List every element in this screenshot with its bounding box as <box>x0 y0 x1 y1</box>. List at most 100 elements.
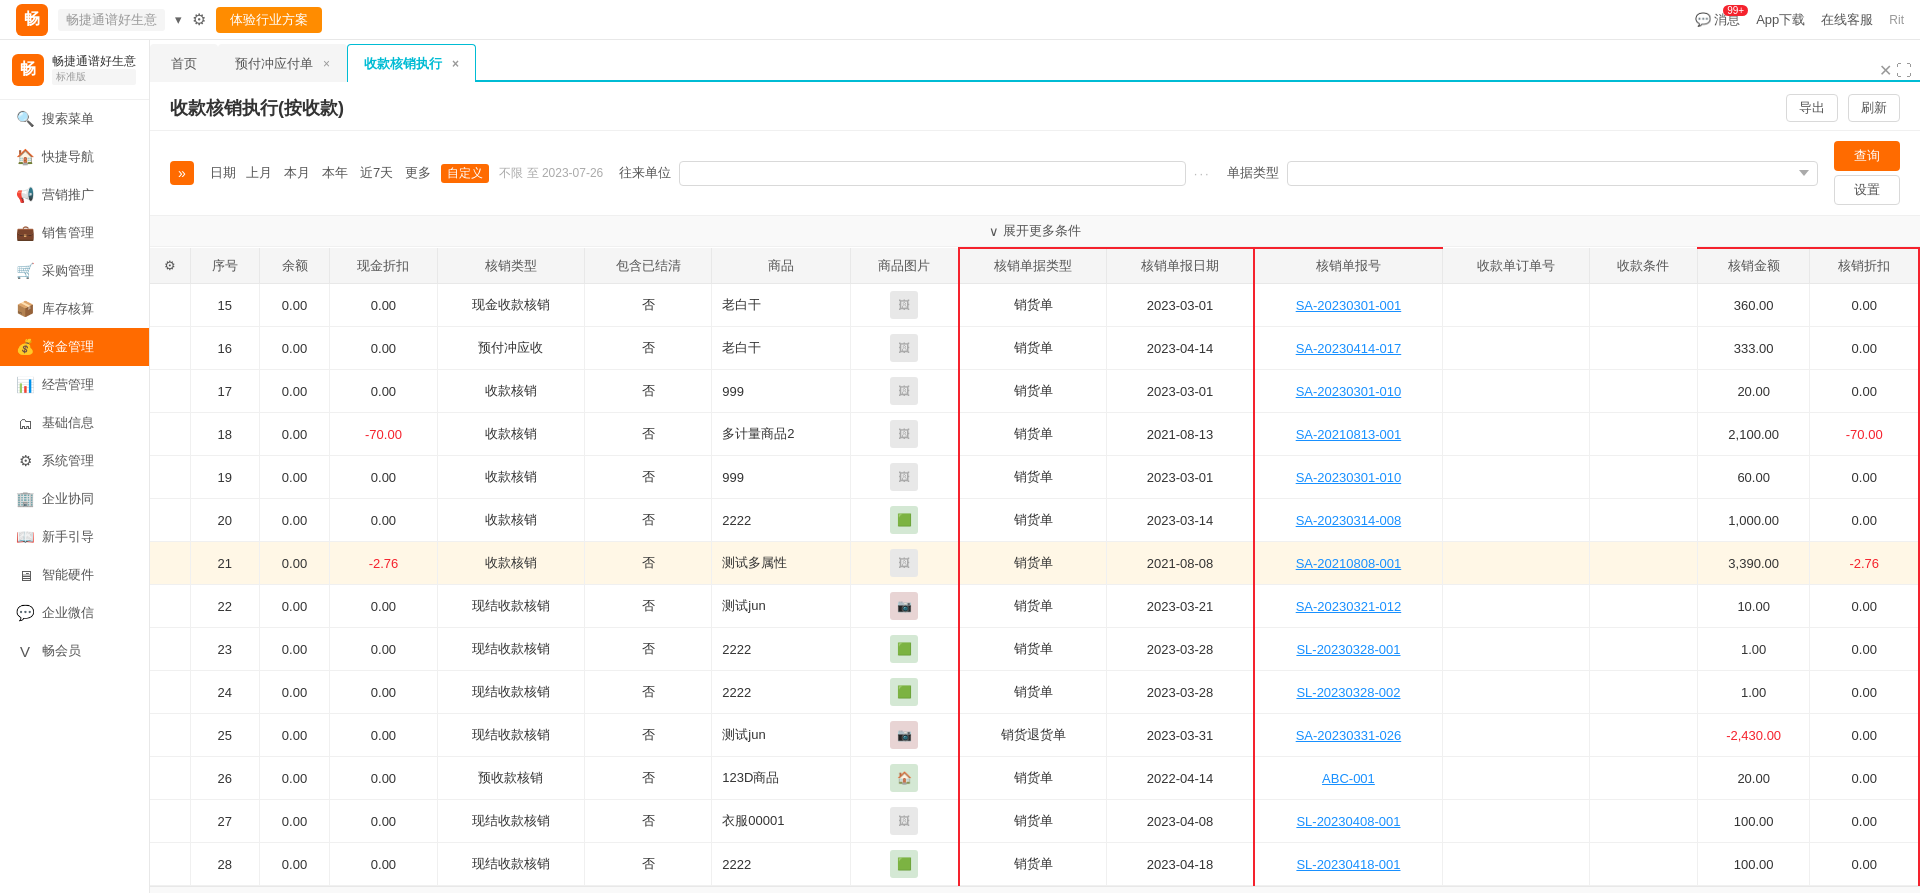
filter-last-7days[interactable]: 近7天 <box>356 162 397 184</box>
tab-receipt-label: 收款核销执行 <box>364 55 442 73</box>
row-verify-bill-no[interactable]: SA-20230331-026 <box>1254 714 1442 757</box>
query-button[interactable]: 查询 <box>1834 141 1900 171</box>
tab-close-all-icon[interactable]: ✕ <box>1879 61 1892 80</box>
table-wrap[interactable]: ⚙ 序号 余额 现金折扣 核销类型 包含已结清 商品 商品图片 核销单据类型 核… <box>150 247 1920 893</box>
row-goods-img: 🟩 <box>850 843 959 886</box>
sidebar-label-quicknav: 快捷导航 <box>42 148 94 166</box>
row-receipt-condition <box>1589 542 1697 585</box>
filter-unit-input[interactable] <box>679 161 1186 186</box>
row-verify-bill-no[interactable]: SA-20210808-001 <box>1254 542 1442 585</box>
row-verify-bill-no[interactable]: SA-20230301-010 <box>1254 456 1442 499</box>
sidebar-item-search[interactable]: 🔍 搜索菜单 <box>0 100 149 138</box>
refresh-button[interactable]: 刷新 <box>1848 94 1900 122</box>
sidebar-item-marketing[interactable]: 📢 营销推广 <box>0 176 149 214</box>
row-gear <box>150 499 190 542</box>
sidebar-item-inventory[interactable]: 📦 库存核算 <box>0 290 149 328</box>
row-verify-bill-no[interactable]: SA-20230301-010 <box>1254 370 1442 413</box>
row-verify-bill-no[interactable]: SL-20230408-001 <box>1254 800 1442 843</box>
row-receipt-order-no <box>1442 628 1589 671</box>
export-button[interactable]: 导出 <box>1786 94 1838 122</box>
sidebar-item-guide[interactable]: 📖 新手引导 <box>0 518 149 556</box>
row-gear <box>150 585 190 628</box>
tab-bar: 首页 预付冲应付单 × 收款核销执行 × ✕ ⛶ <box>150 40 1920 82</box>
page-header: 收款核销执行(按收款) 导出 刷新 <box>150 82 1920 131</box>
tab-prepay[interactable]: 预付冲应付单 × <box>218 44 347 82</box>
filter-bar: » 日期 上月 本月 本年 近7天 更多 自定义 不限 至 2023-07-26 <box>150 131 1920 216</box>
row-verify-bill-no[interactable]: SA-20230414-017 <box>1254 327 1442 370</box>
settings-button[interactable]: 设置 <box>1834 175 1900 205</box>
message-btn[interactable]: 💬 消息 99+ <box>1695 11 1741 29</box>
row-cash-discount: 0.00 <box>329 585 437 628</box>
filter-more-dates[interactable]: 更多 <box>401 162 435 184</box>
table-row: 19 0.00 0.00 收款核销 否 999 🖼 销货单 2023-03-01… <box>150 456 1919 499</box>
row-verify-bill-no[interactable]: ABC-001 <box>1254 757 1442 800</box>
row-balance: 0.00 <box>260 585 330 628</box>
online-service-btn[interactable]: 在线客服 <box>1821 11 1873 29</box>
filter-bill-type-select[interactable] <box>1287 161 1818 186</box>
row-verify-amount: 1.00 <box>1697 628 1810 671</box>
sidebar-item-sales[interactable]: 💼 销售管理 <box>0 214 149 252</box>
sales-icon: 💼 <box>16 224 34 242</box>
settings-gear-icon[interactable]: ⚙ <box>192 10 206 29</box>
sidebar-item-purchase[interactable]: 🛒 采购管理 <box>0 252 149 290</box>
row-gear <box>150 800 190 843</box>
row-verify-bill-no[interactable]: SA-20230301-001 <box>1254 284 1442 327</box>
company-dropdown-icon[interactable]: ▾ <box>175 12 182 27</box>
row-verify-type: 收款核销 <box>438 413 585 456</box>
row-verify-bill-no[interactable]: SA-20210813-001 <box>1254 413 1442 456</box>
row-balance: 0.00 <box>260 413 330 456</box>
filter-this-year[interactable]: 本年 <box>318 162 352 184</box>
tab-receipt[interactable]: 收款核销执行 × <box>347 44 476 82</box>
tab-maximize-icon[interactable]: ⛶ <box>1896 62 1912 80</box>
row-verify-bill-date: 2023-03-01 <box>1107 370 1255 413</box>
sidebar-item-hardware[interactable]: 🖥 智能硬件 <box>0 556 149 594</box>
sidebar-item-finance[interactable]: 💰 资金管理 <box>0 328 149 366</box>
user-name[interactable]: Rit <box>1889 13 1904 27</box>
filter-last-month[interactable]: 上月 <box>242 162 276 184</box>
row-verify-bill-no[interactable]: SL-20230328-002 <box>1254 671 1442 714</box>
th-verify-type: 核销类型 <box>438 248 585 284</box>
th-goods-img: 商品图片 <box>850 248 959 284</box>
row-verify-bill-type: 销货单 <box>959 843 1107 886</box>
goods-img-thumb: 🖼 <box>890 291 918 319</box>
row-verify-bill-no[interactable]: SA-20230314-008 <box>1254 499 1442 542</box>
row-balance: 0.00 <box>260 757 330 800</box>
filter-expand-button[interactable]: » <box>170 161 194 185</box>
row-verify-amount: 60.00 <box>1697 456 1810 499</box>
row-goods-img: 🖼 <box>850 284 959 327</box>
row-cash-discount: 0.00 <box>329 499 437 542</box>
industry-btn[interactable]: 体验行业方案 <box>216 7 322 33</box>
row-goods: 测试多属性 <box>712 542 850 585</box>
row-balance: 0.00 <box>260 499 330 542</box>
row-receipt-condition <box>1589 370 1697 413</box>
th-verify-bill-no: 核销单报号 <box>1254 248 1442 284</box>
tab-home[interactable]: 首页 <box>150 44 218 82</box>
tab-receipt-close[interactable]: × <box>452 57 459 71</box>
sidebar-item-member[interactable]: V 畅会员 <box>0 632 149 670</box>
row-verify-type: 收款核销 <box>438 456 585 499</box>
row-goods-img: 🖼 <box>850 542 959 585</box>
row-gear <box>150 456 190 499</box>
filter-custom-btn[interactable]: 自定义 <box>441 164 489 183</box>
sidebar-item-quicknav[interactable]: 🏠 快捷导航 <box>0 138 149 176</box>
row-verify-bill-no[interactable]: SL-20230418-001 <box>1254 843 1442 886</box>
row-verify-bill-no[interactable]: SL-20230328-001 <box>1254 628 1442 671</box>
row-gear <box>150 628 190 671</box>
expand-more-bar[interactable]: ∨ 展开更多条件 <box>150 216 1920 247</box>
sidebar-item-system[interactable]: ⚙ 系统管理 <box>0 442 149 480</box>
row-verify-type: 现结收款核销 <box>438 800 585 843</box>
sidebar-item-wechat[interactable]: 💬 企业微信 <box>0 594 149 632</box>
sidebar-item-basic[interactable]: 🗂 基础信息 <box>0 404 149 442</box>
sidebar-item-enterprise[interactable]: 🏢 企业协同 <box>0 480 149 518</box>
row-verify-discount: 0.00 <box>1810 800 1919 843</box>
sidebar-item-operations[interactable]: 📊 经营管理 <box>0 366 149 404</box>
column-settings-icon[interactable]: ⚙ <box>164 258 176 273</box>
expand-more-label: 展开更多条件 <box>1003 222 1081 240</box>
app-download-btn[interactable]: App下载 <box>1756 11 1805 29</box>
row-receipt-condition <box>1589 585 1697 628</box>
filter-this-month[interactable]: 本月 <box>280 162 314 184</box>
row-verify-bill-date: 2023-03-21 <box>1107 585 1255 628</box>
tab-prepay-close[interactable]: × <box>323 57 330 71</box>
row-verify-bill-type: 销货单 <box>959 284 1107 327</box>
row-verify-bill-no[interactable]: SA-20230321-012 <box>1254 585 1442 628</box>
